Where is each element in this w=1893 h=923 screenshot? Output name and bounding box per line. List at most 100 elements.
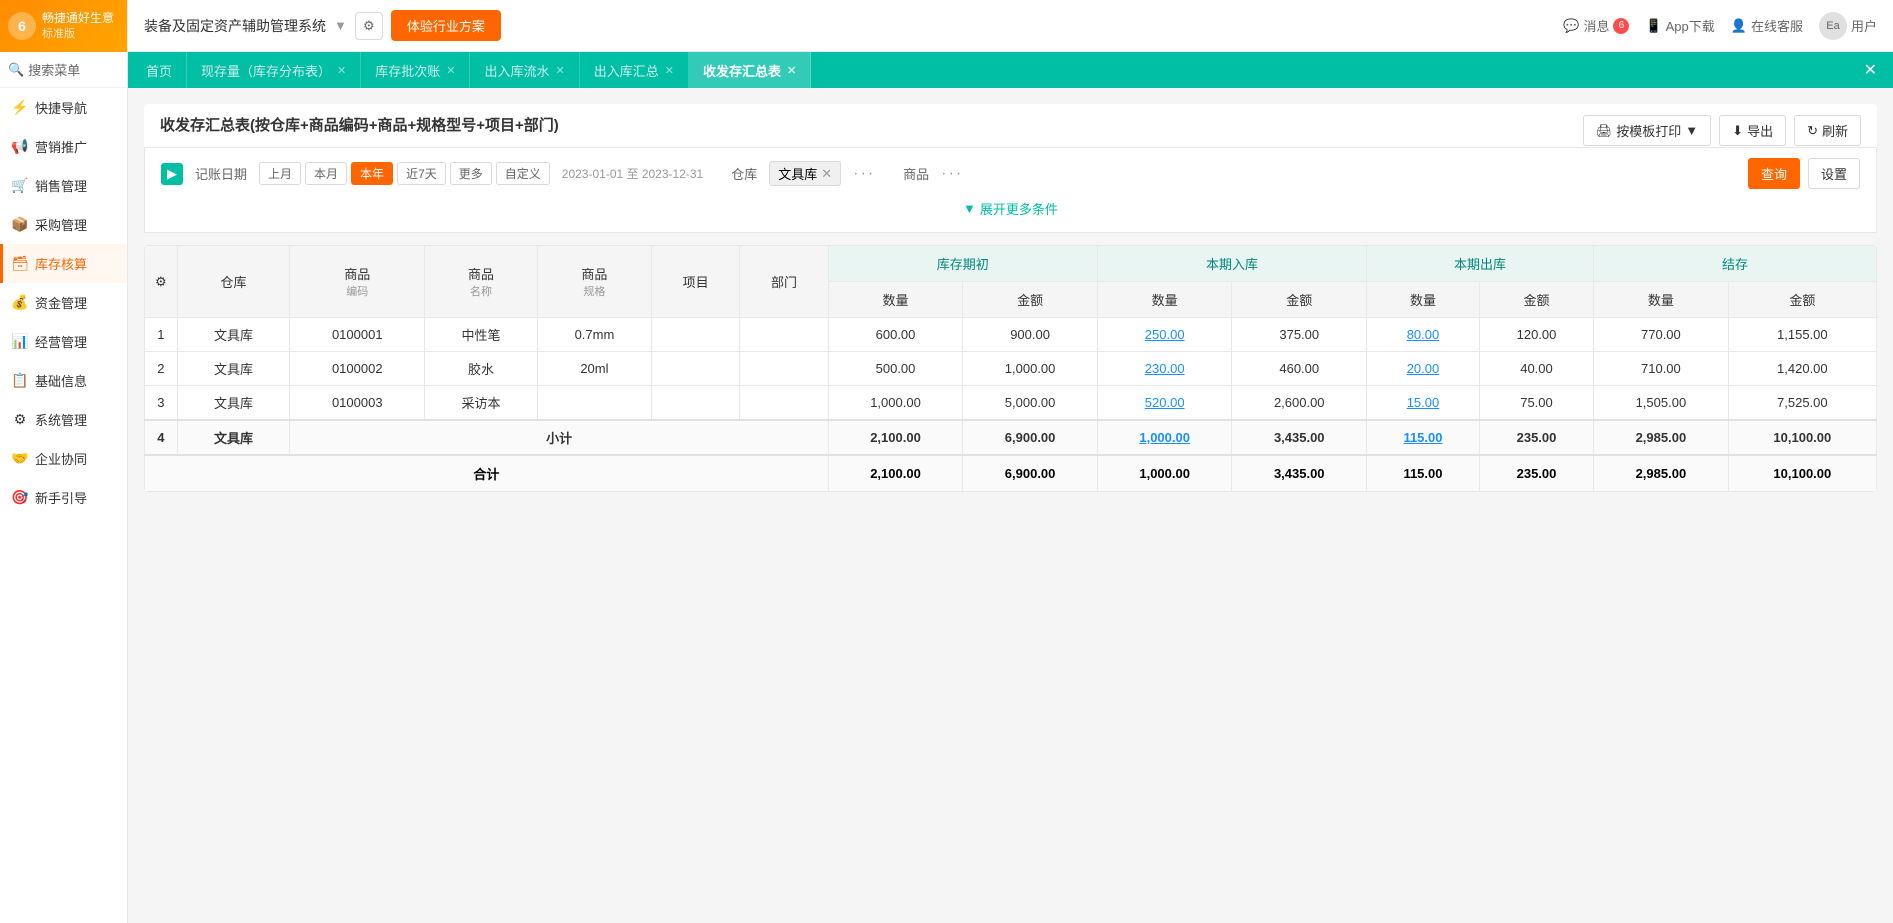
sidebar-item-inventory[interactable]: 🗃 库存核算 bbox=[0, 244, 127, 283]
page-title: 收发存汇总表(按仓库+商品编码+商品+规格型号+项目+部门) bbox=[160, 114, 559, 135]
sidebar-item-enterprise[interactable]: 🤝 企业协同 bbox=[0, 439, 127, 478]
subtotal-in-qty[interactable]: 1,000.00 bbox=[1097, 420, 1232, 455]
print-button[interactable]: 🖨 按模板打印 ▼ bbox=[1583, 115, 1711, 146]
total-opening-qty: 2,100.00 bbox=[828, 455, 963, 492]
data-table: ⚙ 仓库 商品编码 商品名称 商品规格 项目 部门 库存期初 本期入库 本期出库… bbox=[144, 245, 1877, 492]
date-btn-7days[interactable]: 近7天 bbox=[397, 162, 446, 185]
sidebar-item-quick-nav[interactable]: ⚡ 快捷导航 bbox=[0, 88, 127, 127]
warehouse-more-btn[interactable]: ··· bbox=[853, 165, 875, 183]
row-out-qty[interactable]: 15.00 bbox=[1367, 386, 1480, 421]
tab-inout-flow[interactable]: 出入库流水 ✕ bbox=[470, 52, 579, 88]
row-in-qty[interactable]: 520.00 bbox=[1097, 386, 1232, 421]
tab-close-inout-flow[interactable]: ✕ bbox=[556, 64, 565, 77]
col-goods-name-header: 商品名称 bbox=[425, 246, 538, 318]
warehouse-tag-close[interactable]: ✕ bbox=[821, 166, 832, 182]
subtotal-opening-amt: 6,900.00 bbox=[963, 420, 1098, 455]
tab-close-batch[interactable]: ✕ bbox=[446, 64, 455, 77]
row-department bbox=[740, 318, 828, 352]
col-settings-header[interactable]: ⚙ bbox=[145, 246, 178, 318]
search-menu[interactable]: 🔍 搜索菜单 bbox=[0, 52, 127, 88]
date-btn-this-year[interactable]: 本年 bbox=[351, 162, 393, 185]
table-row: 3 文具库 0100003 采访本 1,000.00 5,000.00 520.… bbox=[145, 386, 1877, 421]
app-download-button[interactable]: 📱 App下载 bbox=[1645, 16, 1714, 35]
total-in-amt: 3,435.00 bbox=[1232, 455, 1367, 492]
tab-close-inventory-dist[interactable]: ✕ bbox=[337, 64, 346, 77]
row-goods-code: 0100003 bbox=[290, 386, 425, 421]
date-btn-custom[interactable]: 自定义 bbox=[496, 162, 550, 185]
tab-recv-send-summary[interactable]: 收发存汇总表 ✕ bbox=[689, 52, 811, 88]
date-btn-this-month[interactable]: 本月 bbox=[305, 162, 347, 185]
subtotal-closing-amt: 10,100.00 bbox=[1728, 420, 1876, 455]
col-in-qty-header: 数量 bbox=[1097, 282, 1232, 318]
tab-inout-summary[interactable]: 出入库汇总 ✕ bbox=[580, 52, 689, 88]
messages-button[interactable]: 💬 消息 6 bbox=[1563, 16, 1629, 35]
row-out-qty[interactable]: 80.00 bbox=[1367, 318, 1480, 352]
row-out-amt: 40.00 bbox=[1479, 352, 1593, 386]
row-closing-qty: 1,505.00 bbox=[1594, 386, 1729, 421]
tab-home[interactable]: 首页 bbox=[132, 52, 187, 88]
sidebar-item-finance[interactable]: 💰 资金管理 bbox=[0, 283, 127, 322]
row-project bbox=[652, 352, 740, 386]
user-menu[interactable]: Ea 用户 bbox=[1819, 12, 1877, 40]
message-icon: 💬 bbox=[1563, 18, 1579, 34]
header-right: 💬 消息 6 📱 App下载 👤 在线客服 Ea 用户 bbox=[1563, 12, 1877, 40]
row-in-qty[interactable]: 230.00 bbox=[1097, 352, 1232, 386]
date-btn-last-month[interactable]: 上月 bbox=[259, 162, 301, 185]
settings-button[interactable]: 设置 bbox=[1808, 158, 1860, 189]
main-area: 装备及固定资产辅助管理系统 ▼ ⚙ 体验行业方案 💬 消息 6 📱 App下载 … bbox=[128, 0, 1893, 923]
row-goods-code: 0100001 bbox=[290, 318, 425, 352]
refresh-button[interactable]: ↻ 刷新 bbox=[1794, 115, 1861, 146]
row-in-amt: 375.00 bbox=[1232, 318, 1367, 352]
sidebar-item-operation[interactable]: 📊 经营管理 bbox=[0, 322, 127, 361]
sidebar-item-sales[interactable]: 🛒 销售管理 bbox=[0, 166, 127, 205]
system-dropdown[interactable]: ▼ bbox=[334, 18, 347, 33]
warehouse-filter-tag[interactable]: 文具库 ✕ bbox=[769, 161, 841, 186]
row-closing-amt: 1,155.00 bbox=[1728, 318, 1876, 352]
subtotal-in-amt: 3,435.00 bbox=[1232, 420, 1367, 455]
row-in-qty[interactable]: 250.00 bbox=[1097, 318, 1232, 352]
sidebar-item-guide[interactable]: 🎯 新手引导 bbox=[0, 478, 127, 517]
expand-conditions-btn[interactable]: ▼ 展开更多条件 bbox=[161, 195, 1860, 222]
subtotal-out-amt: 235.00 bbox=[1479, 420, 1593, 455]
basic-info-icon: 📋 bbox=[11, 372, 29, 390]
total-in-qty: 1,000.00 bbox=[1097, 455, 1232, 492]
subtotal-out-qty[interactable]: 115.00 bbox=[1367, 420, 1480, 455]
tab-close-recv-send[interactable]: ✕ bbox=[787, 64, 796, 77]
date-btn-more[interactable]: 更多 bbox=[450, 162, 492, 185]
app-logo: 6 畅捷通好生意 标准版 bbox=[0, 0, 127, 52]
tab-inventory-dist[interactable]: 现存量（库存分布表） ✕ bbox=[187, 52, 361, 88]
row-out-amt: 75.00 bbox=[1479, 386, 1593, 421]
row-opening-qty: 1,000.00 bbox=[828, 386, 963, 421]
tab-batch[interactable]: 库存批次账 ✕ bbox=[361, 52, 470, 88]
purchase-icon: 📦 bbox=[11, 216, 29, 234]
tab-bar-close-all[interactable]: ✕ bbox=[1852, 60, 1889, 80]
row-goods-code: 0100002 bbox=[290, 352, 425, 386]
sidebar-item-system[interactable]: ⚙ 系统管理 bbox=[0, 400, 127, 439]
row-opening-qty: 500.00 bbox=[828, 352, 963, 386]
export-button[interactable]: ⬇ 导出 bbox=[1719, 115, 1786, 146]
col-out-qty-header: 数量 bbox=[1367, 282, 1480, 318]
row-warehouse: 文具库 bbox=[177, 386, 290, 421]
row-out-amt: 120.00 bbox=[1479, 318, 1593, 352]
row-closing-amt: 1,420.00 bbox=[1728, 352, 1876, 386]
query-button[interactable]: 查询 bbox=[1748, 158, 1800, 189]
col-settings-icon[interactable]: ⚙ bbox=[155, 274, 167, 289]
row-out-qty[interactable]: 20.00 bbox=[1367, 352, 1480, 386]
sidebar-item-purchase[interactable]: 📦 采购管理 bbox=[0, 205, 127, 244]
table-row: 1 文具库 0100001 中性笔 0.7mm 600.00 900.00 25… bbox=[145, 318, 1877, 352]
trial-button[interactable]: 体验行业方案 bbox=[391, 10, 501, 41]
tab-close-inout-summary[interactable]: ✕ bbox=[665, 64, 674, 77]
col-goods-spec-header: 商品规格 bbox=[537, 246, 651, 318]
subtotal-closing-qty: 2,985.00 bbox=[1594, 420, 1729, 455]
sidebar-item-marketing[interactable]: 📢 营销推广 bbox=[0, 127, 127, 166]
total-closing-qty: 2,985.00 bbox=[1594, 455, 1729, 492]
subtotal-row: 4 文具库 小计 2,100.00 6,900.00 1,000.00 3,43… bbox=[145, 420, 1877, 455]
online-service-button[interactable]: 👤 在线客服 bbox=[1731, 16, 1803, 35]
enterprise-icon: 🤝 bbox=[11, 450, 29, 468]
goods-more-btn[interactable]: ··· bbox=[941, 165, 963, 183]
sidebar-item-basic-info[interactable]: 📋 基础信息 bbox=[0, 361, 127, 400]
row-in-amt: 460.00 bbox=[1232, 352, 1367, 386]
filter-collapse-btn[interactable]: ▶ bbox=[161, 163, 183, 185]
config-button[interactable]: ⚙ bbox=[355, 12, 383, 40]
col-period-in-header: 本期入库 bbox=[1097, 246, 1366, 282]
